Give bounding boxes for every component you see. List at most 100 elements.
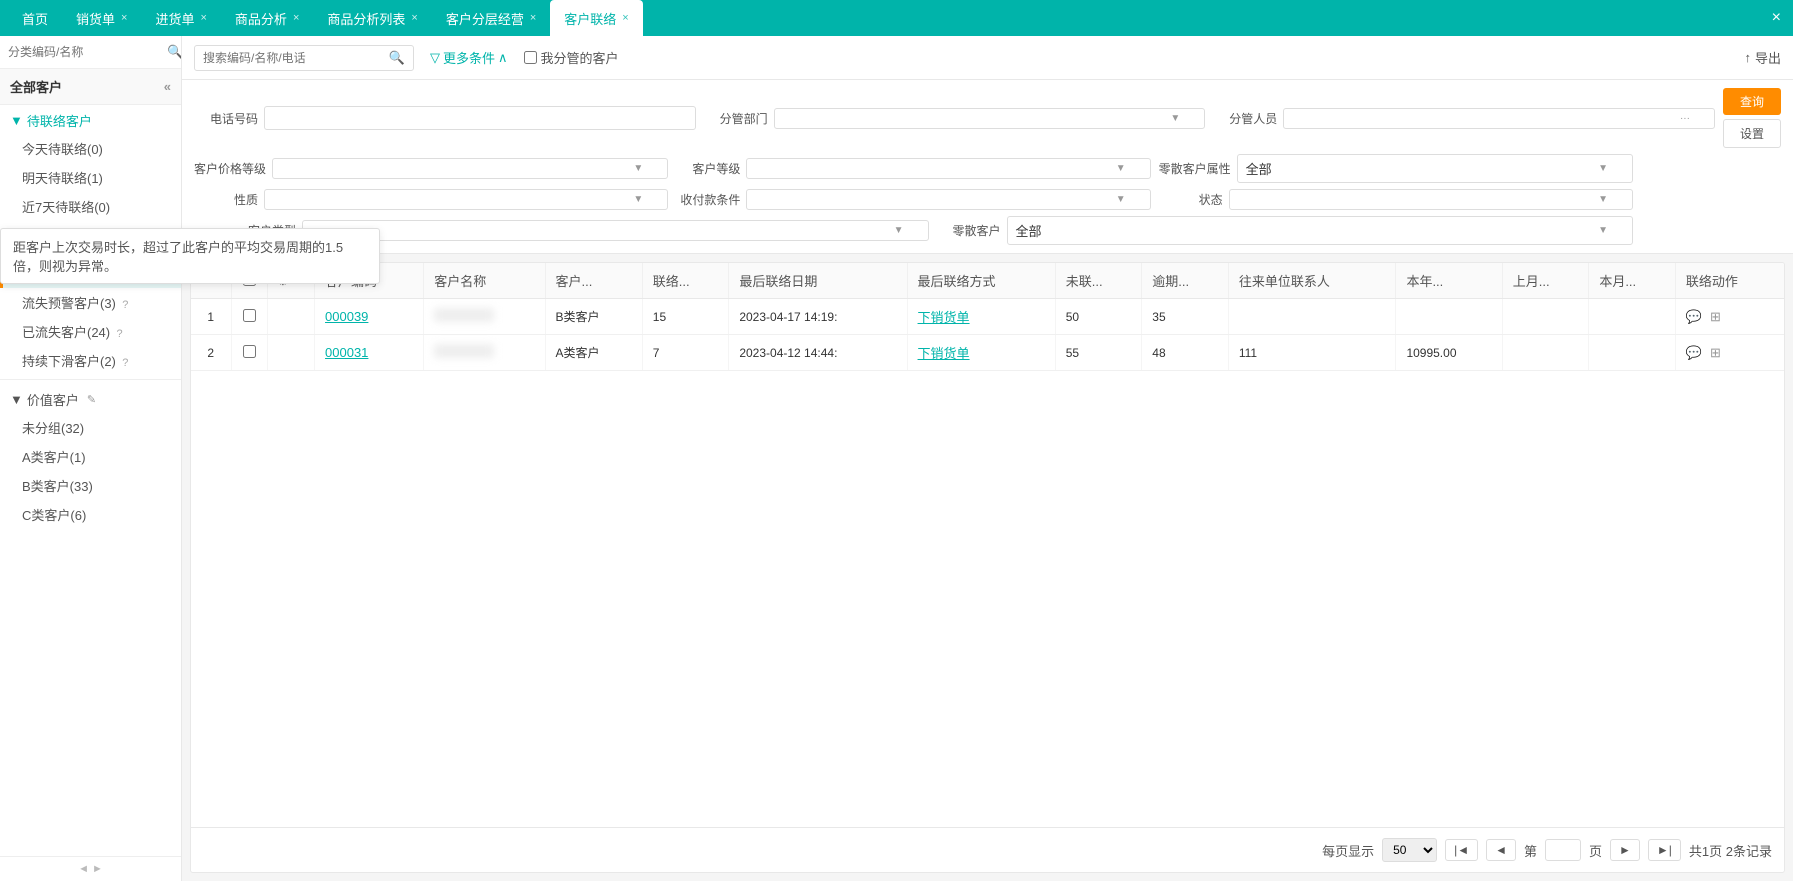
customer-type-select[interactable]: ▼ bbox=[302, 220, 929, 241]
sidebar-item-churned[interactable]: 已流失客户(24) ? bbox=[0, 317, 181, 346]
payment-arrow: ▼ bbox=[1116, 194, 1126, 205]
nav-item-analysis[interactable]: 商品分析 × bbox=[221, 0, 313, 36]
main-search-input[interactable] bbox=[203, 51, 389, 65]
close-icon-analysis-list[interactable]: × bbox=[411, 12, 417, 24]
info-icon-declining: ? bbox=[122, 357, 128, 369]
close-icon-contact[interactable]: × bbox=[622, 12, 628, 24]
row2-last-contact-method[interactable]: 下销货单 bbox=[907, 335, 1055, 371]
close-icon-purchase[interactable]: × bbox=[200, 12, 206, 24]
nav-item-sales[interactable]: 销货单 × bbox=[62, 0, 141, 36]
divider-2 bbox=[0, 379, 181, 380]
row2-settings bbox=[267, 335, 315, 371]
nav-item-customer-contact[interactable]: 客户联络 × bbox=[550, 0, 642, 36]
page-number-input[interactable]: 1 bbox=[1545, 839, 1581, 861]
th-uncontacted[interactable]: 未联... bbox=[1055, 263, 1142, 299]
sidebar-item-declining[interactable]: 持续下滑客户(2) ? bbox=[0, 346, 181, 375]
th-contact-count[interactable]: 联络... bbox=[642, 263, 729, 299]
close-icon-sales[interactable]: × bbox=[121, 12, 127, 24]
sidebar-item-today[interactable]: 今天待联络(0) bbox=[0, 134, 181, 163]
search-icon[interactable]: 🔍 bbox=[167, 44, 182, 60]
row2-checkbox[interactable] bbox=[231, 335, 267, 371]
row1-check[interactable] bbox=[243, 309, 256, 322]
filter-price-level: 客户价格等级 ▼ bbox=[194, 158, 668, 179]
sidebar-search-input[interactable] bbox=[8, 45, 163, 59]
export-icon: ↑ bbox=[1744, 50, 1751, 65]
retail-attr-label: 零散客户属性 bbox=[1159, 160, 1237, 177]
close-icon-analysis[interactable]: × bbox=[293, 12, 299, 24]
nav-item-customer-segment[interactable]: 客户分层经营 × bbox=[432, 0, 550, 36]
row1-last-contact-method[interactable]: 下销货单 bbox=[907, 299, 1055, 335]
row2-customer-code[interactable]: 000031 bbox=[315, 335, 424, 371]
sidebar-item-7days[interactable]: 近7天待联络(0) bbox=[0, 192, 181, 221]
page-size-select[interactable]: 50 100 200 bbox=[1382, 838, 1437, 862]
sidebar-item-churn-warning[interactable]: 流失预警客户(3) ? bbox=[0, 288, 181, 317]
sidebar-item-tomorrow[interactable]: 明天待联络(1) bbox=[0, 163, 181, 192]
sidebar-item-c-class[interactable]: C类客户(6) bbox=[0, 500, 181, 529]
sidebar-value-group[interactable]: ▼ 价值客户 ✎ bbox=[0, 384, 181, 413]
row1-customer-code[interactable]: 000039 bbox=[315, 299, 424, 335]
settings-button[interactable]: 设置 bbox=[1723, 119, 1781, 148]
collapse-icon[interactable]: « bbox=[164, 79, 171, 94]
first-page-button[interactable]: |◄ bbox=[1445, 839, 1478, 861]
more-conditions-btn[interactable]: ▽ 更多条件 ∧ bbox=[422, 44, 516, 71]
row1-this-month bbox=[1589, 299, 1676, 335]
sidebar-pending-group[interactable]: ▼ 待联络客户 bbox=[0, 105, 181, 134]
row1-partner-contacts bbox=[1228, 299, 1396, 335]
filter-customer-level: 客户等级 ▼ bbox=[676, 158, 1150, 179]
sidebar-item-ungrouped[interactable]: 未分组(32) bbox=[0, 413, 181, 442]
price-level-select[interactable]: ▼ bbox=[272, 158, 668, 179]
th-overdue[interactable]: 逾期... bbox=[1142, 263, 1229, 299]
th-customer-name[interactable]: 客户名称 bbox=[424, 263, 545, 299]
table-body: 1 000039 B类客户 15 2023-04-17 14:19: bbox=[191, 299, 1784, 371]
person-select-arrow: ··· bbox=[1680, 113, 1690, 124]
row1-settings bbox=[267, 299, 315, 335]
row2-message-icon[interactable]: 💬 bbox=[1686, 345, 1702, 361]
payment-select[interactable]: ▼ bbox=[746, 189, 1150, 210]
retail-customer-arrow: ▼ bbox=[1598, 225, 1608, 236]
dept-label: 分管部门 bbox=[704, 110, 774, 127]
nav-item-analysis-list[interactable]: 商品分析列表 × bbox=[313, 0, 431, 36]
gender-select[interactable]: ▼ bbox=[264, 189, 668, 210]
close-icon-segment[interactable]: × bbox=[530, 12, 536, 24]
retail-attr-select[interactable]: 全部 ▼ bbox=[1237, 154, 1633, 183]
th-customer-type[interactable]: 客户... bbox=[545, 263, 642, 299]
th-last-month[interactable]: 上月... bbox=[1502, 263, 1589, 299]
toolbar: 🔍 ▽ 更多条件 ∧ 我分管的客户 ↑ 导出 bbox=[182, 36, 1793, 80]
sidebar-item-a-class[interactable]: A类客户(1) bbox=[0, 442, 181, 471]
person-label: 分管人员 bbox=[1213, 110, 1283, 127]
search-icon-main[interactable]: 🔍 bbox=[389, 50, 405, 66]
retail-customer-select[interactable]: 全部 ▼ bbox=[1007, 216, 1634, 245]
th-last-contact-date[interactable]: 最后联络日期 bbox=[729, 263, 907, 299]
customer-level-select[interactable]: ▼ bbox=[746, 158, 1150, 179]
phone-input[interactable] bbox=[264, 106, 696, 130]
next-page-button[interactable]: ► bbox=[1610, 839, 1640, 861]
per-page-label: 每页显示 bbox=[1322, 841, 1374, 860]
query-button[interactable]: 查询 bbox=[1723, 88, 1781, 115]
last-page-button[interactable]: ►| bbox=[1648, 839, 1681, 861]
my-customers-check[interactable] bbox=[524, 51, 537, 64]
edit-icon-value[interactable]: ✎ bbox=[87, 393, 96, 406]
sidebar-all-customers[interactable]: 全部客户 « bbox=[0, 69, 181, 105]
row1-message-icon[interactable]: 💬 bbox=[1686, 309, 1702, 325]
row2-grid-icon[interactable]: ⊞ bbox=[1710, 345, 1721, 361]
th-partner-contacts[interactable]: 往来单位联系人 bbox=[1228, 263, 1396, 299]
prev-page-button[interactable]: ◄ bbox=[1486, 839, 1516, 861]
nav-item-home[interactable]: 首页 bbox=[8, 0, 62, 36]
table-scroll[interactable]: ⚙ 客户编码 客户名称 客户... 联络... bbox=[191, 263, 1784, 827]
dept-select[interactable]: ▼ bbox=[774, 108, 1206, 129]
nav-item-purchase[interactable]: 进货单 × bbox=[141, 0, 220, 36]
my-customers-checkbox[interactable]: 我分管的客户 bbox=[524, 48, 619, 67]
th-last-contact-method[interactable]: 最后联络方式 bbox=[907, 263, 1055, 299]
close-all-button[interactable]: × bbox=[1772, 9, 1781, 27]
th-this-year[interactable]: 本年... bbox=[1396, 263, 1502, 299]
row1-grid-icon[interactable]: ⊞ bbox=[1710, 309, 1721, 325]
row2-check[interactable] bbox=[243, 345, 256, 358]
th-this-month[interactable]: 本月... bbox=[1589, 263, 1676, 299]
sidebar-item-b-class[interactable]: B类客户(33) bbox=[0, 471, 181, 500]
filter-status: 状态 ▼ bbox=[1159, 189, 1633, 210]
content-area: 🔍 ▽ 更多条件 ∧ 我分管的客户 ↑ 导出 电话号码 bbox=[182, 36, 1793, 881]
person-select[interactable]: ··· bbox=[1283, 108, 1715, 129]
status-select[interactable]: ▼ bbox=[1229, 189, 1633, 210]
row1-checkbox[interactable] bbox=[231, 299, 267, 335]
export-button[interactable]: ↑ 导出 bbox=[1744, 48, 1781, 67]
